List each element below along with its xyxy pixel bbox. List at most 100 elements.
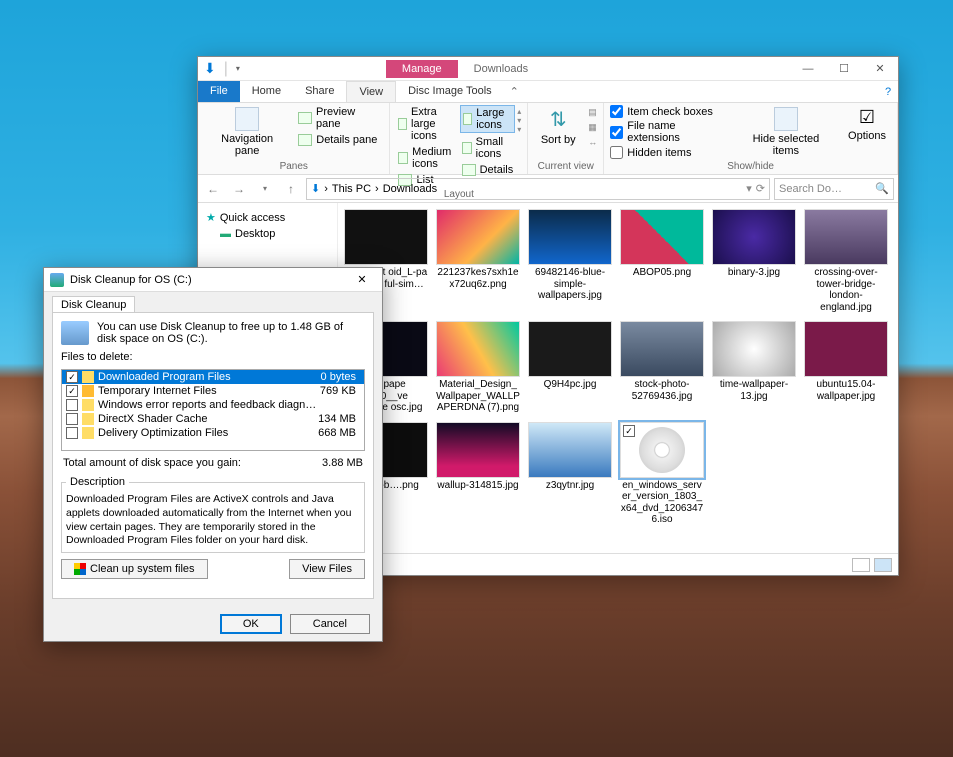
collapse-ribbon-icon[interactable]: ⌃ — [504, 81, 525, 102]
sidebar-desktop[interactable]: ▬Desktop — [204, 226, 331, 242]
view-files-button[interactable]: View Files — [289, 559, 365, 579]
file-ext-input[interactable] — [610, 126, 623, 139]
nav-back-button[interactable]: ← — [202, 178, 224, 200]
down-arrow-icon[interactable]: ⬇ — [204, 60, 216, 77]
file-item[interactable]: wallup-314815.jpg — [436, 422, 520, 526]
navigation-pane-button[interactable]: Navigation pane — [204, 105, 290, 159]
size-columns-icon[interactable]: ↔ — [588, 137, 597, 147]
tab-home[interactable]: Home — [240, 81, 293, 102]
file-item[interactable]: ABOP05.png — [620, 209, 704, 313]
layout-scroll-up-icon[interactable]: ▴ — [517, 107, 521, 116]
file-item[interactable]: 221237kes7sxh1ex72uq6z.png — [436, 209, 520, 313]
refresh-icon[interactable]: ⟳ — [756, 182, 765, 195]
layout-large[interactable]: Large icons — [460, 105, 516, 133]
checkbox-icon[interactable] — [66, 413, 78, 425]
file-label: stock-photo-52769436.jpg — [620, 379, 704, 402]
layout-more-icon[interactable]: ▾ — [517, 125, 521, 134]
folder-icon: ⬇ — [311, 182, 320, 195]
ribbon-group-layout: Extra large icons Medium icons List Larg… — [390, 103, 528, 174]
item-check-boxes-checkbox[interactable]: Item check boxes — [610, 105, 729, 118]
dialog-button-row: OK Cancel — [44, 607, 382, 641]
nav-forward-button[interactable]: → — [228, 178, 250, 200]
file-name-extensions-checkbox[interactable]: File name extensions — [610, 120, 729, 144]
file-item[interactable]: 69482146-blue-simple-wallpapers.jpg — [528, 209, 612, 313]
checkbox-icon[interactable]: ✓ — [623, 425, 635, 437]
file-item[interactable]: z3qytnr.jpg — [528, 422, 612, 526]
file-item[interactable]: Material_Design_Wallpaper_WALLPAPERDNA (… — [436, 321, 520, 414]
tab-disk-cleanup[interactable]: Disk Cleanup — [52, 296, 135, 313]
breadcrumb-downloads[interactable]: Downloads — [383, 183, 437, 195]
checkbox-icon[interactable]: ✓ — [66, 371, 78, 383]
clean-up-system-files-button[interactable]: Clean up system files — [61, 559, 208, 579]
layout-medium[interactable]: Medium icons — [396, 145, 457, 171]
checkbox-icon[interactable] — [66, 427, 78, 439]
tab-share[interactable]: Share — [293, 81, 346, 102]
file-item[interactable]: binary-3.jpg — [712, 209, 796, 313]
cleanup-file-row[interactable]: ✓Downloaded Program Files0 bytes — [62, 370, 364, 384]
maximize-button[interactable]: ☐ — [826, 57, 862, 81]
context-tab-manage[interactable]: Manage — [386, 60, 458, 78]
options-label: Options — [848, 130, 886, 142]
file-item[interactable]: ubuntu15.04-wallpaper.jpg — [804, 321, 888, 414]
options-button[interactable]: ☑ Options — [843, 105, 891, 144]
file-item[interactable]: stock-photo-52769436.jpg — [620, 321, 704, 414]
dialog-titlebar[interactable]: Disk Cleanup for OS (C:) ✕ — [44, 268, 382, 292]
ok-button[interactable]: OK — [220, 614, 282, 634]
checkbox-icon[interactable] — [66, 399, 78, 411]
file-item[interactable]: Q9H4pc.jpg — [528, 321, 612, 414]
cleanup-file-row[interactable]: Delivery Optimization Files668 MB — [62, 426, 364, 440]
hide-selected-items-button[interactable]: Hide selected items — [735, 105, 837, 159]
view-thumbnails-button[interactable] — [874, 558, 892, 572]
ribbon-group-panes: Navigation pane Preview pane Details pan… — [198, 103, 390, 174]
add-columns-icon[interactable]: ▦ — [588, 122, 597, 133]
qat-dropdown-icon[interactable]: ▾ — [236, 64, 240, 73]
file-label: time-wallpaper-13.jpg — [712, 379, 796, 402]
tab-view[interactable]: View — [346, 81, 396, 102]
minimize-button[interactable]: — — [790, 57, 826, 81]
file-label: crossing-over-tower-bridge-london-englan… — [804, 267, 888, 313]
breadcrumb-this-pc[interactable]: This PC — [332, 183, 371, 195]
panes-group-label: Panes — [204, 159, 383, 174]
sidebar-quick-access[interactable]: ★Quick access — [204, 209, 331, 226]
address-dropdown-icon[interactable]: ▾ — [746, 182, 752, 195]
details-pane-button[interactable]: Details pane — [296, 133, 383, 147]
breadcrumb-bar[interactable]: ⬇ › This PC › Downloads ▾ ⟳ — [306, 178, 770, 200]
layout-scroll-down-icon[interactable]: ▾ — [517, 116, 521, 125]
tab-file[interactable]: File — [198, 81, 240, 102]
item-check-boxes-input[interactable] — [610, 105, 623, 118]
cancel-button[interactable]: Cancel — [290, 614, 370, 634]
thumbnail-image — [436, 209, 520, 265]
cleanup-file-row[interactable]: ✓Temporary Internet Files769 KB — [62, 384, 364, 398]
cleanup-file-row[interactable]: DirectX Shader Cache134 MB — [62, 412, 364, 426]
files-to-delete-list[interactable]: ✓Downloaded Program Files0 bytes✓Tempora… — [61, 369, 365, 451]
search-box[interactable]: Search Do… 🔍 — [774, 178, 894, 200]
nav-recent-button[interactable]: ▾ — [254, 178, 276, 200]
file-item[interactable]: crossing-over-tower-bridge-london-englan… — [804, 209, 888, 313]
hidden-items-checkbox[interactable]: Hidden items — [610, 146, 729, 159]
file-label: Material_Design_Wallpaper_WALLPAPERDNA (… — [436, 379, 520, 414]
checkbox-icon[interactable]: ✓ — [66, 385, 78, 397]
layout-small[interactable]: Small icons — [460, 135, 516, 161]
close-button[interactable]: ✕ — [862, 57, 898, 81]
file-grid[interactable]: aterial_st oid_L-pa inimalis ful-sim…221… — [338, 203, 898, 553]
small-icon — [462, 142, 472, 154]
layout-extra-large[interactable]: Extra large icons — [396, 105, 457, 143]
group-by-icon[interactable]: ▤ — [588, 107, 597, 118]
preview-pane-button[interactable]: Preview pane — [296, 105, 383, 131]
file-label: 221237kes7sxh1ex72uq6z.png — [436, 267, 520, 290]
view-details-button[interactable] — [852, 558, 870, 572]
help-icon[interactable]: ? — [878, 81, 898, 102]
tab-disc-image-tools[interactable]: Disc Image Tools — [396, 81, 504, 102]
small-label: Small icons — [476, 136, 514, 160]
sort-by-button[interactable]: ⇅ Sort by — [534, 105, 582, 148]
nav-up-button[interactable]: ↑ — [280, 178, 302, 200]
description-fieldset: Description Downloaded Program Files are… — [61, 475, 365, 553]
intro-text: You can use Disk Cleanup to free up to 1… — [97, 321, 365, 345]
file-item-selected[interactable]: ✓en_windows_server_version_1803_x64_dvd_… — [620, 422, 704, 526]
hidden-items-input[interactable] — [610, 146, 623, 159]
preview-pane-label: Preview pane — [316, 106, 381, 130]
cleanup-file-row[interactable]: Windows error reports and feedback diagn… — [62, 398, 364, 412]
file-item[interactable]: time-wallpaper-13.jpg — [712, 321, 796, 414]
dialog-close-button[interactable]: ✕ — [348, 273, 376, 286]
titlebar[interactable]: ⬇ | ▾ Manage Downloads — ☐ ✕ — [198, 57, 898, 81]
